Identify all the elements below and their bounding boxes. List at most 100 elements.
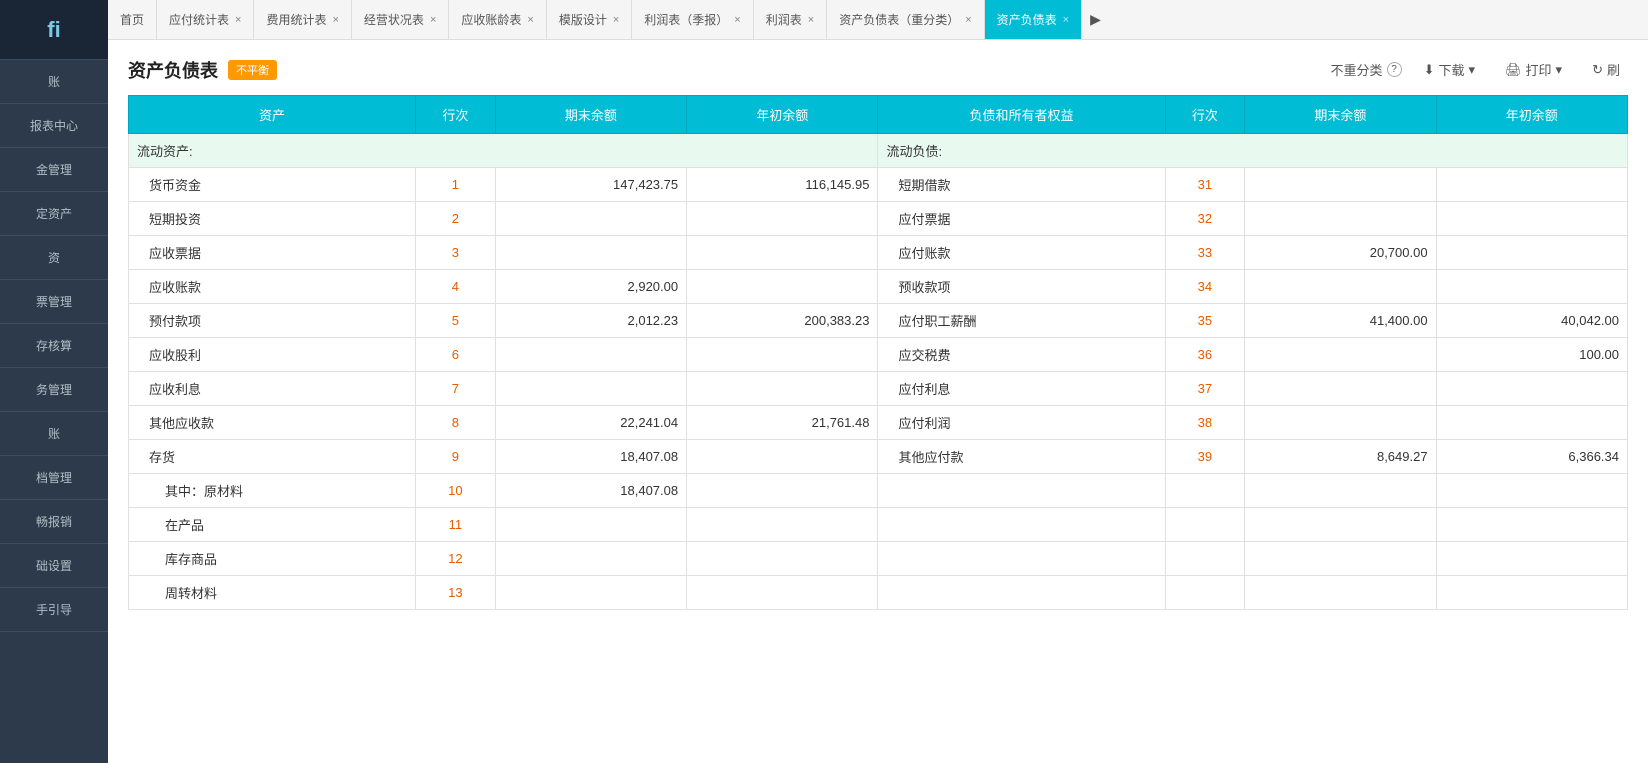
close-icon[interactable]: × (613, 14, 619, 26)
left-begin-balance (687, 576, 878, 610)
tab-ap-stats[interactable]: 应付统计表 × (157, 0, 254, 39)
sidebar-item-fixed-assets[interactable]: 定资产 (0, 192, 108, 236)
sidebar-item-reports[interactable]: 报表中心 (0, 104, 108, 148)
table-row[interactable]: 其中：原材料 10 18,407.08 (129, 474, 1628, 508)
right-end-balance (1245, 576, 1436, 610)
col-row-num: 行次 (416, 96, 496, 134)
table-row[interactable]: 其他应收款 8 22,241.04 21,761.48 应付利润 38 (129, 406, 1628, 440)
right-end-balance (1245, 168, 1436, 202)
left-row-num: 1 (416, 168, 496, 202)
sidebar-item-ledger[interactable]: 账 (0, 412, 108, 456)
sidebar-item-expense[interactable]: 畅报销 (0, 500, 108, 544)
col-begin-balance: 年初余额 (687, 96, 878, 134)
left-item-name: 预付款项 (129, 304, 416, 338)
close-icon[interactable]: × (965, 14, 971, 26)
left-row-num: 13 (416, 576, 496, 610)
table-row[interactable]: 应收账款 4 2,920.00 预收款项 34 (129, 270, 1628, 304)
close-icon[interactable]: × (527, 14, 533, 26)
close-icon[interactable]: × (235, 14, 241, 26)
download-button[interactable]: ⬇ 下载 ▾ (1416, 56, 1483, 83)
tab-balance-reclassified[interactable]: 资产负债表（重分类） × (827, 0, 984, 39)
left-item-name: 应收利息 (129, 372, 416, 406)
left-item-name: 在产品 (129, 508, 416, 542)
sidebar-item-settings[interactable]: 础设置 (0, 544, 108, 588)
right-item-name: 应付票据 (878, 202, 1165, 236)
right-item-name: 其他应付款 (878, 440, 1165, 474)
sidebar-item-guide[interactable]: 手引导 (0, 588, 108, 632)
chevron-down-icon: ▾ (1556, 62, 1563, 78)
close-icon[interactable]: × (734, 14, 740, 26)
left-begin-balance (687, 372, 878, 406)
right-row-num: 35 (1165, 304, 1245, 338)
tab-balance[interactable]: 资产负债表 × (985, 0, 1082, 39)
left-row-num: 12 (416, 542, 496, 576)
left-end-balance: 2,012.23 (495, 304, 686, 338)
print-button[interactable]: 🖨 打印 ▾ (1497, 56, 1570, 83)
main-area: 首页 应付统计表 × 费用统计表 × 经营状况表 × 应收账龄表 × 模版设计 … (108, 0, 1648, 763)
sidebar-item-account[interactable]: 账 (0, 60, 108, 104)
right-row-num: 38 (1165, 406, 1245, 440)
left-end-balance (495, 542, 686, 576)
tab-profit-quarterly[interactable]: 利润表（季报） × (632, 0, 753, 39)
close-icon[interactable]: × (332, 14, 338, 26)
table-row[interactable]: 短期投资 2 应付票据 32 (129, 202, 1628, 236)
table-row[interactable]: 存货 9 18,407.08 其他应付款 39 8,649.27 6,366.3… (129, 440, 1628, 474)
left-end-balance (495, 236, 686, 270)
sidebar-item-inventory[interactable]: 存核算 (0, 324, 108, 368)
close-icon[interactable]: × (1063, 14, 1069, 26)
table-row[interactable]: 预付款项 5 2,012.23 200,383.23 应付职工薪酬 35 41,… (129, 304, 1628, 338)
left-item-name: 短期投资 (129, 202, 416, 236)
right-item-name: 应付账款 (878, 236, 1165, 270)
sidebar-item-ticket[interactable]: 票管理 (0, 280, 108, 324)
right-item-name (878, 508, 1165, 542)
left-end-balance: 2,920.00 (495, 270, 686, 304)
help-icon: ? (1387, 62, 1402, 77)
sidebar-item-affairs[interactable]: 务管理 (0, 368, 108, 412)
tab-expense-stats[interactable]: 费用统计表 × (254, 0, 351, 39)
right-end-balance: 20,700.00 (1245, 236, 1436, 270)
tab-profit[interactable]: 利润表 × (754, 0, 827, 39)
right-item-name (878, 474, 1165, 508)
tab-ar-aging[interactable]: 应收账龄表 × (449, 0, 546, 39)
close-icon[interactable]: × (808, 14, 814, 26)
refresh-button[interactable]: ↻ 刷 (1584, 56, 1628, 83)
left-end-balance: 18,407.08 (495, 440, 686, 474)
table-row[interactable]: 应收利息 7 应付利息 37 (129, 372, 1628, 406)
table-row[interactable]: 周转材料 13 (129, 576, 1628, 610)
left-end-balance (495, 508, 686, 542)
sidebar-item-archive[interactable]: 档管理 (0, 456, 108, 500)
sidebar-item-investment[interactable]: 资 (0, 236, 108, 280)
tab-home[interactable]: 首页 (108, 0, 157, 39)
right-begin-balance (1436, 168, 1627, 202)
right-end-balance (1245, 372, 1436, 406)
table-row[interactable]: 应收股利 6 应交税费 36 100.00 (129, 338, 1628, 372)
left-end-balance (495, 338, 686, 372)
close-icon[interactable]: × (430, 14, 436, 26)
left-end-balance (495, 576, 686, 610)
right-end-balance (1245, 508, 1436, 542)
page-header: 资产负债表 不平衡 不重分类 ? ⬇ 下载 ▾ 🖨 打印 ▾ (128, 56, 1628, 83)
left-begin-balance (687, 202, 878, 236)
tab-operations[interactable]: 经营状况表 × (352, 0, 449, 39)
right-row-num: 33 (1165, 236, 1245, 270)
left-item-name: 其他应收款 (129, 406, 416, 440)
table-row[interactable]: 在产品 11 (129, 508, 1628, 542)
left-row-num: 2 (416, 202, 496, 236)
right-end-balance (1245, 406, 1436, 440)
table-row[interactable]: 库存商品 12 (129, 542, 1628, 576)
left-begin-balance (687, 236, 878, 270)
right-begin-balance (1436, 406, 1627, 440)
right-begin-balance (1436, 270, 1627, 304)
left-begin-balance (687, 270, 878, 304)
content-area: 资产负债表 不平衡 不重分类 ? ⬇ 下载 ▾ 🖨 打印 ▾ (108, 40, 1648, 763)
table-row[interactable]: 货币资金 1 147,423.75 116,145.95 短期借款 31 (129, 168, 1628, 202)
no-reclassify-option[interactable]: 不重分类 ? (1331, 60, 1402, 79)
table-row[interactable]: 应收票据 3 应付账款 33 20,700.00 (129, 236, 1628, 270)
right-begin-balance: 40,042.00 (1436, 304, 1627, 338)
left-end-balance: 18,407.08 (495, 474, 686, 508)
left-item-name: 存货 (129, 440, 416, 474)
sidebar-item-funds[interactable]: 金管理 (0, 148, 108, 192)
tab-scroll-arrow[interactable]: ▶ (1082, 0, 1109, 39)
right-end-balance (1245, 542, 1436, 576)
tab-template[interactable]: 模版设计 × (547, 0, 632, 39)
